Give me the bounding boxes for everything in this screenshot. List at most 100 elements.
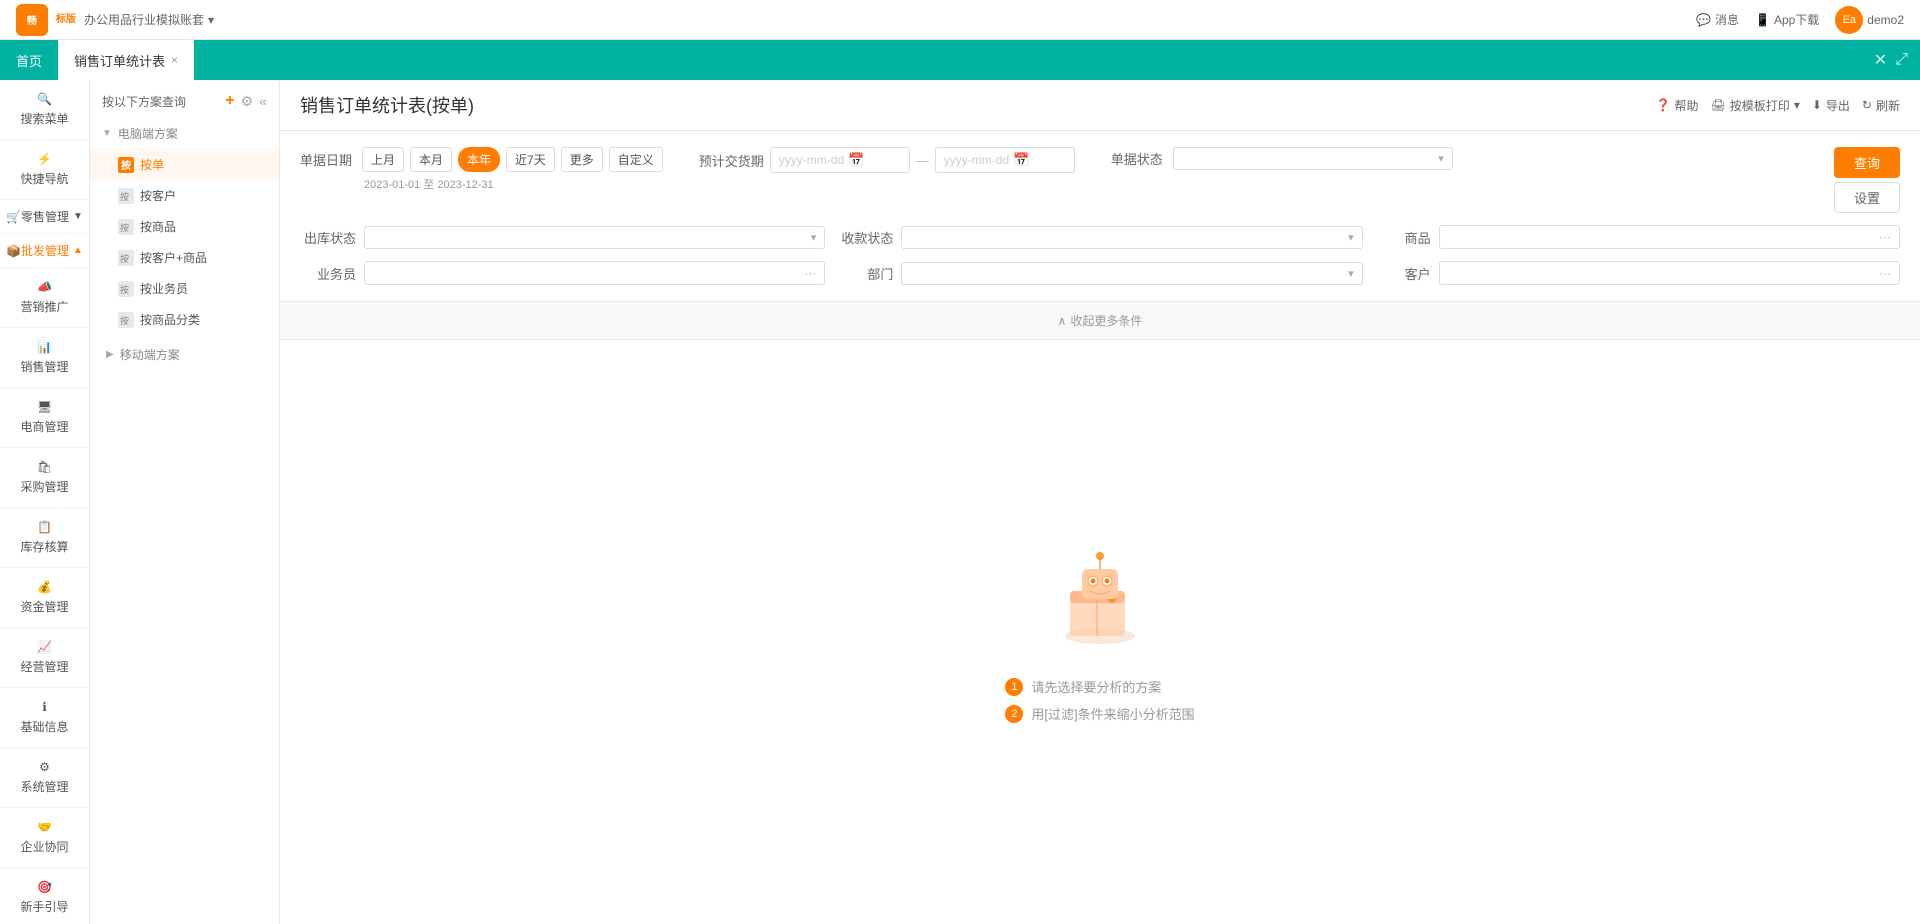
refresh-label: 刷新 [1876, 97, 1900, 114]
panel-settings-btn[interactable]: ⚙ [241, 93, 254, 110]
by-cg-icon: 按 [118, 250, 134, 266]
sidebar-item-retail[interactable]: 🛒 零售管理 ▼ [0, 200, 89, 234]
date-btn-last-month[interactable]: 上月 [362, 147, 404, 172]
pc-section-header[interactable]: ▼ 电脑端方案 [90, 118, 279, 149]
tree-item-by-customer-goods[interactable]: 按 按客户+商品 [90, 242, 279, 273]
app-download-btn[interactable]: 📱 App下载 [1755, 11, 1819, 28]
sales-icon: 📊 [37, 340, 52, 354]
collapse-btn[interactable]: ∧ 收起更多条件 [1058, 312, 1143, 329]
filter-row-1: 单据日期 上月 本月 本年 近7天 更多 自定义 2023-01-01 至 20… [300, 147, 1900, 213]
top-bar: 畅 标版 办公用品行业模拟账套 ▾ 💬 消息 📱 App下载 Ea demo2 [0, 0, 1920, 40]
search-icon: 🔍 [37, 92, 52, 106]
mobile-section-header[interactable]: ▶ 移动端方案 [90, 339, 279, 370]
sidebar-item-marketing[interactable]: 📣 营销推广 [0, 268, 89, 328]
by-category-icon: 按 [118, 312, 134, 328]
sidebar-item-wholesale[interactable]: 📦 批发管理 ▲ [0, 234, 89, 268]
tab-close-btn[interactable]: × [171, 53, 178, 67]
sidebar-search-label: 搜索菜单 [20, 110, 68, 127]
empty-step-2: 2 用[过滤]条件来缩小分析范围 [1005, 704, 1194, 723]
window-close-btn[interactable]: ✕ [1874, 50, 1887, 70]
date-btn-this-year[interactable]: 本年 [458, 147, 500, 172]
pc-section-label: 电脑端方案 [118, 125, 178, 142]
sidebar-item-system[interactable]: ⚙ 系统管理 [0, 748, 89, 808]
payment-filter: 收款状态 ▾ [837, 225, 1362, 249]
refresh-btn[interactable]: ↻ 刷新 [1862, 97, 1900, 114]
panel-add-btn[interactable]: + [225, 92, 234, 110]
delivery-label: 出库状态 [300, 228, 356, 247]
goods-label: 商品 [1375, 228, 1431, 247]
tab-home[interactable]: 首页 [0, 40, 58, 80]
salesperson-input[interactable]: ··· [364, 261, 825, 285]
sidebar-item-management[interactable]: 📈 经营管理 [0, 628, 89, 688]
left-panel: 按以下方案查询 + ⚙ « ▼ 电脑端方案 按 按单 按 按客户 [90, 80, 280, 924]
print-dropdown-icon: ▾ [1794, 98, 1800, 112]
window-maximize-btn[interactable]: ⤢ [1895, 51, 1908, 69]
date-btn-this-month[interactable]: 本月 [410, 147, 452, 172]
tree-item-by-salesperson[interactable]: 按 按业务员 [90, 273, 279, 304]
tab-sales-stats[interactable]: 销售订单统计表 × [58, 40, 194, 80]
settings-btn[interactable]: 设置 [1834, 182, 1900, 213]
management-icon: 📈 [37, 640, 52, 654]
app-name: 办公用品行业模拟账套 [84, 11, 204, 28]
sidebar-item-shortcuts[interactable]: ⚡ 快捷导航 [0, 140, 89, 200]
sidebar-item-basic[interactable]: ℹ 基础信息 [0, 688, 89, 748]
customer-input[interactable]: ··· [1439, 261, 1900, 285]
expected-date-section: 预计交货期 yyyy-mm-dd 📅 — yyyy-mm-dd 📅 [699, 147, 1075, 173]
message-icon: 💬 [1696, 13, 1711, 27]
by-customer-label: 按客户 [140, 187, 176, 204]
date-btn-custom[interactable]: 自定义 [609, 147, 663, 172]
sidebar-item-collab[interactable]: 🤝 企业协同 [0, 808, 89, 868]
collapse-label: 收起更多条件 [1070, 312, 1142, 329]
user-menu[interactable]: Ea demo2 [1835, 6, 1904, 34]
export-label: 导出 [1826, 97, 1850, 114]
export-btn[interactable]: ⬇ 导出 [1812, 97, 1850, 114]
help-btn[interactable]: ❓ 帮助 [1656, 97, 1699, 114]
payment-label: 收款状态 [837, 228, 893, 247]
empty-state: 1 请先选择要分析的方案 2 用[过滤]条件来缩小分析范围 [280, 340, 1920, 924]
delivery-select[interactable]: ▾ [364, 226, 825, 249]
tree-item-by-goods[interactable]: 按 按商品 [90, 211, 279, 242]
sidebar-item-purchase[interactable]: 🛍 采购管理 [0, 448, 89, 508]
panel-header-label: 按以下方案查询 [102, 93, 186, 110]
date-btn-7days[interactable]: 近7天 [506, 147, 555, 172]
goods-input[interactable]: ··· [1439, 225, 1900, 249]
dept-select[interactable]: ▾ [901, 262, 1362, 285]
expected-date-end-placeholder: yyyy-mm-dd [944, 153, 1009, 167]
step-1-num: 1 [1005, 678, 1023, 696]
sidebar-item-finance[interactable]: 💰 资金管理 [0, 568, 89, 628]
print-template-btn[interactable]: 🖨 按模板打印 ▾ [1711, 97, 1800, 114]
panel-collapse-btn[interactable]: « [259, 93, 267, 109]
tree-item-by-customer[interactable]: 按 按客户 [90, 180, 279, 211]
left-panel-header: 按以下方案查询 + ⚙ « [90, 92, 279, 118]
expected-date-label: 预计交货期 [699, 151, 764, 170]
sidebar-item-sales[interactable]: 📊 销售管理 [0, 328, 89, 388]
wholesale-arrow: ▲ [73, 245, 83, 256]
app-selector[interactable]: 办公用品行业模拟账套 ▾ [84, 11, 214, 28]
expected-date-start[interactable]: yyyy-mm-dd 📅 [770, 147, 910, 173]
collapse-row[interactable]: ∧ 收起更多条件 [280, 302, 1920, 340]
expected-date-end[interactable]: yyyy-mm-dd 📅 [935, 147, 1075, 173]
tree-item-by-category[interactable]: 按 按商品分类 [90, 304, 279, 335]
mobile-expand-icon: ▶ [106, 349, 114, 360]
query-btn[interactable]: 查询 [1834, 147, 1900, 178]
sidebar-item-guide[interactable]: 🎯 新手引导 [0, 868, 89, 924]
payment-select[interactable]: ▾ [901, 226, 1362, 249]
top-bar-right: 💬 消息 📱 App下载 Ea demo2 [1696, 6, 1904, 34]
tree-item-by-order[interactable]: 按 按单 [90, 149, 279, 180]
message-btn[interactable]: 💬 消息 [1696, 11, 1739, 28]
help-label: 帮助 [1675, 97, 1699, 114]
sidebar-item-ecommerce[interactable]: 🖥 电商管理 [0, 388, 89, 448]
by-customer-icon: 按 [118, 188, 134, 204]
svg-text:按: 按 [120, 191, 129, 202]
sidebar-item-inventory[interactable]: 📋 库存核算 [0, 508, 89, 568]
by-salesperson-label: 按业务员 [140, 280, 188, 297]
sidebar: 🔍 搜索菜单 ⚡ 快捷导航 🛒 零售管理 ▼ 📦 批发管理 ▲ 📣 营销推广 📊… [0, 80, 90, 924]
app-dropdown-icon: ▾ [208, 13, 214, 27]
customer-label: 客户 [1375, 264, 1431, 283]
sidebar-item-search[interactable]: 🔍 搜索菜单 [0, 80, 89, 140]
retail-icon: 🛒 [6, 210, 21, 224]
system-icon: ⚙ [39, 760, 50, 774]
status-select[interactable]: ▾ [1173, 147, 1453, 170]
content-area: 按以下方案查询 + ⚙ « ▼ 电脑端方案 按 按单 按 按客户 [90, 80, 1920, 924]
date-btn-more[interactable]: 更多 [561, 147, 603, 172]
